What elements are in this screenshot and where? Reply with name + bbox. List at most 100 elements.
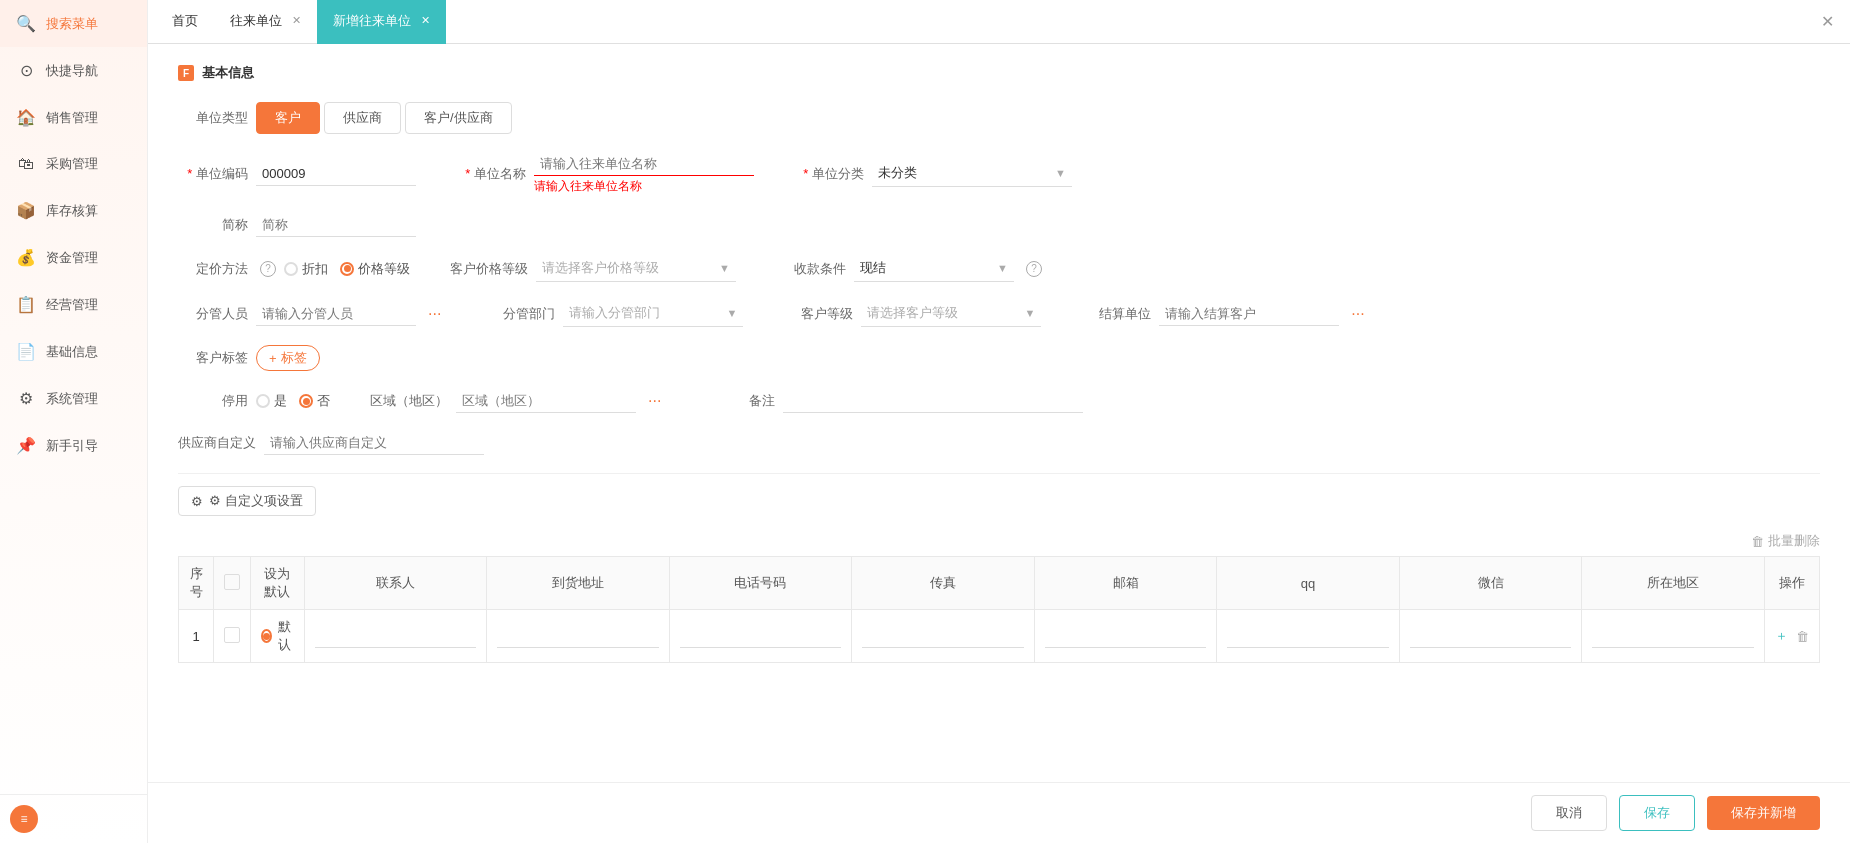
add-row-btn[interactable]: ＋: [1775, 627, 1788, 645]
manager-label: 分管人员: [178, 305, 248, 323]
unit-type-label: 单位类型: [178, 109, 248, 127]
col-address: 到货地址: [487, 557, 670, 610]
row-region-input[interactable]: [1592, 624, 1754, 648]
unit-type-customer[interactable]: 客户: [256, 102, 320, 134]
row-phone-input[interactable]: [680, 624, 842, 648]
select-all-checkbox[interactable]: [224, 574, 240, 590]
payment-help-icon[interactable]: ?: [1026, 261, 1042, 277]
payment-terms-select[interactable]: 现结 ▼: [854, 255, 1014, 282]
sidebar-item-inventory[interactable]: 📦 库存核算: [0, 187, 147, 234]
cell-actions: ＋ 🗑: [1764, 610, 1819, 663]
tab-bar: 首页 往来单位 ✕ 新增往来单位 ✕ ✕: [148, 0, 1850, 44]
sidebar-item-guide[interactable]: 📌 新手引导: [0, 422, 147, 469]
tab-home[interactable]: 首页: [156, 0, 214, 44]
customer-price-placeholder: 请选择客户价格等级: [542, 259, 659, 277]
batch-delete-btn[interactable]: 批量删除: [1768, 532, 1820, 550]
close-all-tabs[interactable]: ✕: [1813, 12, 1842, 31]
unit-category-value: 未分类: [878, 164, 917, 182]
pricing-help-icon[interactable]: ?: [260, 261, 276, 277]
default-radio-btn[interactable]: [261, 629, 272, 643]
department-group: 分管部门 请输入分管部门 ▼: [485, 300, 743, 327]
sidebar: 🔍 搜索菜单 ⊙ 快捷导航 🏠 销售管理 🛍 采购管理 📦 库存核算 💰 资金管…: [0, 0, 148, 843]
system-icon: ⚙: [16, 389, 36, 408]
yes-radio[interactable]: [256, 394, 270, 408]
custom-settings-btn[interactable]: ⚙ ⚙ 自定义项设置: [178, 486, 316, 516]
unit-category-label: 单位分类: [794, 165, 864, 183]
table-row: 1 默认: [179, 610, 1820, 663]
sidebar-item-label: 基础信息: [46, 343, 98, 361]
unit-type-supplier[interactable]: 供应商: [324, 102, 401, 134]
unit-category-select[interactable]: 未分类 ▼: [872, 160, 1072, 187]
add-tag-btn[interactable]: + 标签: [256, 345, 320, 371]
region-input[interactable]: [456, 389, 636, 413]
basic-icon: 📄: [16, 342, 36, 361]
sidebar-item-purchase[interactable]: 🛍 采购管理: [0, 141, 147, 187]
tab-new-partner[interactable]: 新增往来单位 ✕: [317, 0, 446, 44]
unit-type-both[interactable]: 客户/供应商: [405, 102, 512, 134]
unit-name-input[interactable]: [534, 152, 754, 176]
tab-partners[interactable]: 往来单位 ✕: [214, 0, 317, 44]
sidebar-item-system[interactable]: ⚙ 系统管理: [0, 375, 147, 422]
sidebar-item-operations[interactable]: 📋 经营管理: [0, 281, 147, 328]
level-radio[interactable]: [340, 262, 354, 276]
disabled-yes[interactable]: 是: [256, 392, 287, 410]
tags-group: 客户标签 + 标签: [178, 345, 320, 371]
row-contact-input[interactable]: [315, 624, 477, 648]
sidebar-item-label: 快捷导航: [46, 62, 98, 80]
cell-checkbox: [214, 610, 251, 663]
cell-default: 默认: [251, 610, 305, 663]
close-partners-tab[interactable]: ✕: [292, 14, 301, 27]
close-new-partner-tab[interactable]: ✕: [421, 14, 430, 27]
tags-label: 客户标签: [178, 349, 248, 367]
manager-more-btn[interactable]: ···: [424, 305, 445, 323]
row-address-input[interactable]: [497, 624, 659, 648]
settlement-unit-label: 结算单位: [1081, 305, 1151, 323]
department-label: 分管部门: [485, 305, 555, 323]
settlement-unit-input[interactable]: [1159, 302, 1339, 326]
short-name-input[interactable]: [256, 213, 416, 237]
set-default-radio[interactable]: 默认: [261, 618, 294, 654]
sidebar-item-sales[interactable]: 🏠 销售管理: [0, 94, 147, 141]
pricing-method-label: 定价方法: [178, 260, 248, 278]
pricing-level[interactable]: 价格等级: [340, 260, 410, 278]
sidebar-expand-btn[interactable]: ≡: [10, 805, 38, 833]
settlement-more-btn[interactable]: ···: [1347, 305, 1368, 323]
supplier-custom-label: 供应商自定义: [178, 434, 256, 452]
col-contact: 联系人: [304, 557, 487, 610]
cell-email: [1034, 610, 1217, 663]
row-email-input[interactable]: [1045, 624, 1207, 648]
discount-radio[interactable]: [284, 262, 298, 276]
manager-input[interactable]: [256, 302, 416, 326]
save-button[interactable]: 保存: [1619, 795, 1695, 831]
row-actions: ＋ 🗑: [1775, 627, 1809, 645]
sidebar-item-finance[interactable]: 💰 资金管理: [0, 234, 147, 281]
supplier-custom-input[interactable]: [264, 431, 484, 455]
department-select[interactable]: 请输入分管部门 ▼: [563, 300, 743, 327]
row-fax-input[interactable]: [862, 624, 1024, 648]
pricing-row: 定价方法 ? 折扣 价格等级 客户价格等级 请选择客户价格等级: [178, 255, 1820, 282]
pricing-discount[interactable]: 折扣: [284, 260, 328, 278]
row-qq-input[interactable]: [1227, 624, 1389, 648]
col-default: 设为默认: [251, 557, 305, 610]
sidebar-item-basic[interactable]: 📄 基础信息: [0, 328, 147, 375]
customer-price-select[interactable]: 请选择客户价格等级 ▼: [536, 255, 736, 282]
cancel-button[interactable]: 取消: [1531, 795, 1607, 831]
inventory-icon: 📦: [16, 201, 36, 220]
customer-level-select[interactable]: 请选择客户等级 ▼: [861, 300, 1041, 327]
row-checkbox[interactable]: [224, 627, 240, 643]
cell-wechat: [1399, 610, 1582, 663]
disabled-no[interactable]: 否: [299, 392, 330, 410]
batch-delete-area: 🗑 批量删除: [178, 532, 1820, 550]
delete-row-btn[interactable]: 🗑: [1796, 629, 1809, 644]
unit-code-input[interactable]: [256, 162, 416, 186]
row-wechat-input[interactable]: [1410, 624, 1572, 648]
note-input[interactable]: [783, 389, 1083, 413]
sidebar-item-search[interactable]: 🔍 搜索菜单: [0, 0, 147, 47]
batch-delete-icon: 🗑: [1751, 534, 1764, 549]
no-radio[interactable]: [299, 394, 313, 408]
unit-category-group: 单位分类 未分类 ▼: [794, 160, 1072, 187]
col-region: 所在地区: [1582, 557, 1765, 610]
save-new-button[interactable]: 保存并新增: [1707, 796, 1820, 830]
sidebar-item-quicknav[interactable]: ⊙ 快捷导航: [0, 47, 147, 94]
region-more-btn[interactable]: ···: [644, 392, 665, 410]
